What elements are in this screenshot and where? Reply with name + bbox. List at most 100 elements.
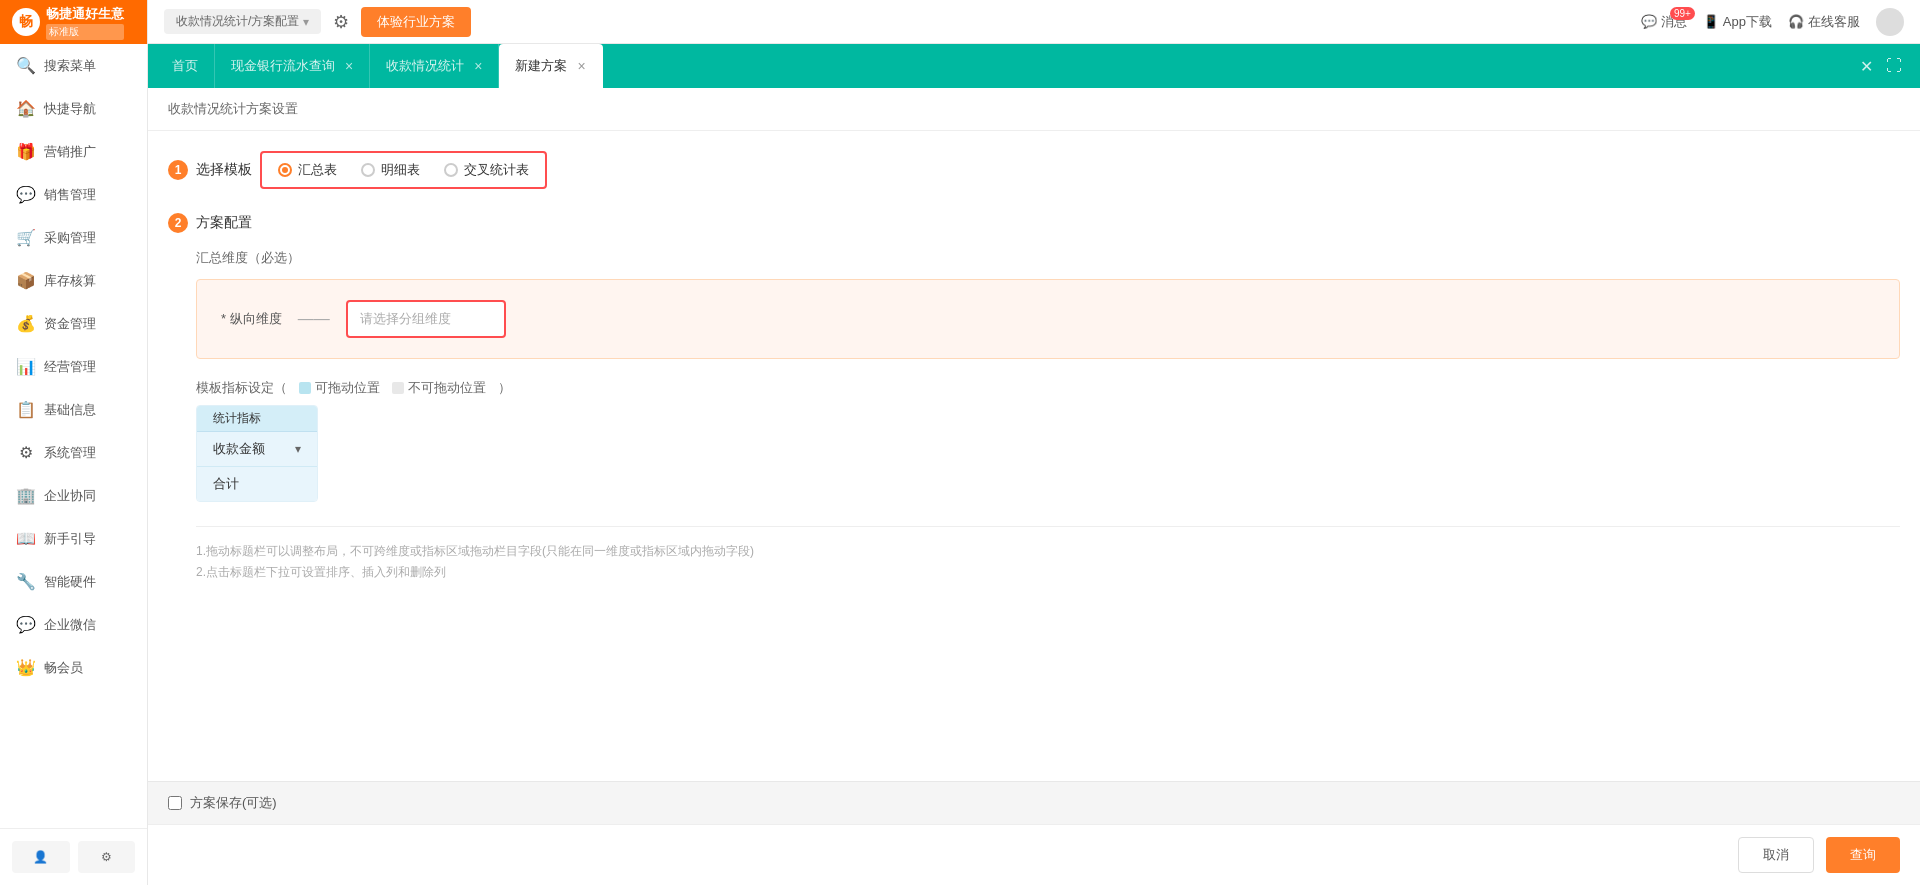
sidebar-item-label: 畅会员 bbox=[44, 659, 83, 677]
sidebar-item-system[interactable]: ⚙ 系统管理 bbox=[0, 431, 147, 474]
sidebar-item-label: 经营管理 bbox=[44, 358, 96, 376]
metrics-chevron-icon[interactable]: ▾ bbox=[295, 442, 301, 456]
footer-buttons: 取消 查询 bbox=[148, 824, 1920, 885]
radio-summary-circle bbox=[278, 163, 292, 177]
sidebar-item-basic-info[interactable]: 📋 基础信息 bbox=[0, 388, 147, 431]
section1-number: 1 bbox=[168, 160, 188, 180]
home-icon: 🏠 bbox=[16, 99, 36, 118]
dimension-select[interactable]: 请选择分组维度 bbox=[346, 300, 506, 338]
avatar[interactable] bbox=[1876, 8, 1904, 36]
tab-new-plan[interactable]: 新建方案 × bbox=[499, 44, 602, 88]
tab-home-label: 首页 bbox=[172, 57, 198, 75]
sidebar-item-operations[interactable]: 📊 经营管理 bbox=[0, 345, 147, 388]
gear-icon: ⚙ bbox=[16, 443, 36, 462]
tab-bank-label: 现金银行流水查询 bbox=[231, 57, 335, 75]
dimension-placeholder: 请选择分组维度 bbox=[360, 311, 451, 326]
sidebar-bottom: 👤 ⚙ bbox=[0, 828, 147, 885]
gift-icon: 🎁 bbox=[16, 142, 36, 161]
arrow-icon: —— bbox=[298, 310, 330, 328]
sidebar-item-hardware[interactable]: 🔧 智能硬件 bbox=[0, 560, 147, 603]
breadcrumb: 收款情况统计/方案配置 ▾ bbox=[164, 9, 321, 34]
metrics-item-total: 合计 bbox=[197, 467, 317, 501]
radio-summary-label: 汇总表 bbox=[298, 161, 337, 179]
main-area: 收款情况统计/方案配置 ▾ ⚙ 体验行业方案 💬 消息 99+ 📱 App下载 … bbox=[148, 0, 1920, 885]
service-button[interactable]: 🎧 在线客服 bbox=[1788, 13, 1860, 31]
sidebar-item-guide[interactable]: 📖 新手引导 bbox=[0, 517, 147, 560]
sidebar-item-quick-nav[interactable]: 🏠 快捷导航 bbox=[0, 87, 147, 130]
sidebar-item-member[interactable]: 👑 畅会员 bbox=[0, 646, 147, 689]
sidebar-logo: 畅 畅捷通好生意 标准版 bbox=[0, 0, 147, 44]
download-label: App下载 bbox=[1723, 13, 1772, 31]
radio-detail-circle bbox=[361, 163, 375, 177]
sidebar-item-marketing[interactable]: 🎁 营销推广 bbox=[0, 130, 147, 173]
sidebar-item-wechat[interactable]: 💬 企业微信 bbox=[0, 603, 147, 646]
sidebar-item-label: 企业微信 bbox=[44, 616, 96, 634]
radio-cross-label: 交叉统计表 bbox=[464, 161, 529, 179]
radio-summary[interactable]: 汇总表 bbox=[278, 161, 337, 179]
download-button[interactable]: 📱 App下载 bbox=[1703, 13, 1772, 31]
service-label: 在线客服 bbox=[1808, 13, 1860, 31]
sidebar-item-search-menu[interactable]: 🔍 搜索菜单 bbox=[0, 44, 147, 87]
save-checkbox[interactable] bbox=[168, 796, 182, 810]
tips-section: 1.拖动标题栏可以调整布局，不可跨维度或指标区域拖动栏目字段(只能在同一维度或指… bbox=[196, 526, 1900, 581]
sidebar-item-sales[interactable]: 💬 销售管理 bbox=[0, 173, 147, 216]
sidebar-item-inventory[interactable]: 📦 库存核算 bbox=[0, 259, 147, 302]
sidebar-user-btn[interactable]: 👤 bbox=[12, 841, 70, 873]
tab-bank-close-icon[interactable]: × bbox=[345, 58, 353, 74]
fixed-label: 不可拖动位置 bbox=[408, 379, 486, 397]
chevron-down-icon: ▾ bbox=[303, 15, 309, 29]
notification-badge: 99+ bbox=[1670, 7, 1695, 20]
wrench-icon: 🔧 bbox=[16, 572, 36, 591]
form-content: 1 选择模板 汇总表 明细表 交叉统计表 bbox=[148, 131, 1920, 781]
tab-bar: 首页 现金银行流水查询 × 收款情况统计 × 新建方案 × ✕ ⛶ bbox=[148, 44, 1920, 88]
tab-receipt-close-icon[interactable]: × bbox=[474, 58, 482, 74]
metrics-subtitle-start: 模板指标设定（ bbox=[196, 379, 287, 397]
cancel-button[interactable]: 取消 bbox=[1738, 837, 1814, 873]
dimension-config: 汇总维度（必选） * 纵向维度 —— 请选择分组维度 模 bbox=[168, 249, 1900, 581]
metrics-grid: 统计指标 收款金额 ▾ 合计 bbox=[196, 405, 318, 502]
notification-button[interactable]: 💬 消息 99+ bbox=[1641, 13, 1687, 31]
header-right: 💬 消息 99+ 📱 App下载 🎧 在线客服 bbox=[1641, 8, 1904, 36]
tip1-text: 1.拖动标题栏可以调整布局，不可跨维度或指标区域拖动栏目字段(只能在同一维度或指… bbox=[196, 543, 754, 560]
section2-number: 2 bbox=[168, 213, 188, 233]
query-button[interactable]: 查询 bbox=[1826, 837, 1900, 873]
sidebar-item-purchase[interactable]: 🛒 采购管理 bbox=[0, 216, 147, 259]
sidebar-item-finance[interactable]: 💰 资金管理 bbox=[0, 302, 147, 345]
sidebar-settings-btn[interactable]: ⚙ bbox=[78, 841, 136, 873]
tip2-text: 2.点击标题栏下拉可设置排序、插入列和删除列 bbox=[196, 564, 446, 581]
radio-cross[interactable]: 交叉统计表 bbox=[444, 161, 529, 179]
settings-icon[interactable]: ⚙ bbox=[333, 11, 349, 33]
sidebar-item-label: 采购管理 bbox=[44, 229, 96, 247]
metrics-category: 统计指标 bbox=[197, 406, 317, 432]
radio-detail[interactable]: 明细表 bbox=[361, 161, 420, 179]
window-close-icon[interactable]: ✕ bbox=[1856, 56, 1876, 76]
sidebar-item-label: 智能硬件 bbox=[44, 573, 96, 591]
tab-receipt-stats[interactable]: 收款情况统计 × bbox=[370, 44, 499, 88]
box-icon: 📦 bbox=[16, 271, 36, 290]
sidebar-item-enterprise[interactable]: 🏢 企业协同 bbox=[0, 474, 147, 517]
section-config: 2 方案配置 汇总维度（必选） * 纵向维度 —— 请选择分组维度 bbox=[168, 213, 1900, 581]
tab-new-plan-label: 新建方案 bbox=[515, 57, 567, 75]
tip-1: 1.拖动标题栏可以调整布局，不可跨维度或指标区域拖动栏目字段(只能在同一维度或指… bbox=[196, 543, 1900, 560]
crown-icon: 👑 bbox=[16, 658, 36, 677]
sidebar: 畅 畅捷通好生意 标准版 🔍 搜索菜单 🏠 快捷导航 🎁 营销推广 💬 销售管理… bbox=[0, 0, 148, 885]
download-icon: 📱 bbox=[1703, 14, 1719, 29]
legend-fixed: 不可拖动位置 bbox=[392, 379, 486, 397]
page-title: 收款情况统计方案设置 bbox=[168, 101, 298, 116]
chat-icon: 💬 bbox=[16, 185, 36, 204]
chart-icon: 📊 bbox=[16, 357, 36, 376]
tab-bank[interactable]: 现金银行流水查询 × bbox=[215, 44, 370, 88]
section1-title: 选择模板 bbox=[196, 161, 252, 179]
tab-home[interactable]: 首页 bbox=[156, 44, 215, 88]
wechat-icon: 💬 bbox=[16, 615, 36, 634]
sidebar-item-label: 销售管理 bbox=[44, 186, 96, 204]
metrics-item-receipt[interactable]: 收款金额 ▾ bbox=[197, 432, 317, 467]
industry-solution-button[interactable]: 体验行业方案 bbox=[361, 7, 471, 37]
radio-cross-circle bbox=[444, 163, 458, 177]
sidebar-item-label: 快捷导航 bbox=[44, 100, 96, 118]
metrics-total-name: 合计 bbox=[213, 475, 239, 493]
window-maximize-icon[interactable]: ⛶ bbox=[1884, 56, 1904, 76]
metrics-subtitle-end: ） bbox=[498, 379, 511, 397]
tab-new-plan-close-icon[interactable]: × bbox=[577, 58, 585, 74]
metrics-section: 模板指标设定（ 可拖动位置 不可拖动位置 ） bbox=[196, 379, 1900, 502]
